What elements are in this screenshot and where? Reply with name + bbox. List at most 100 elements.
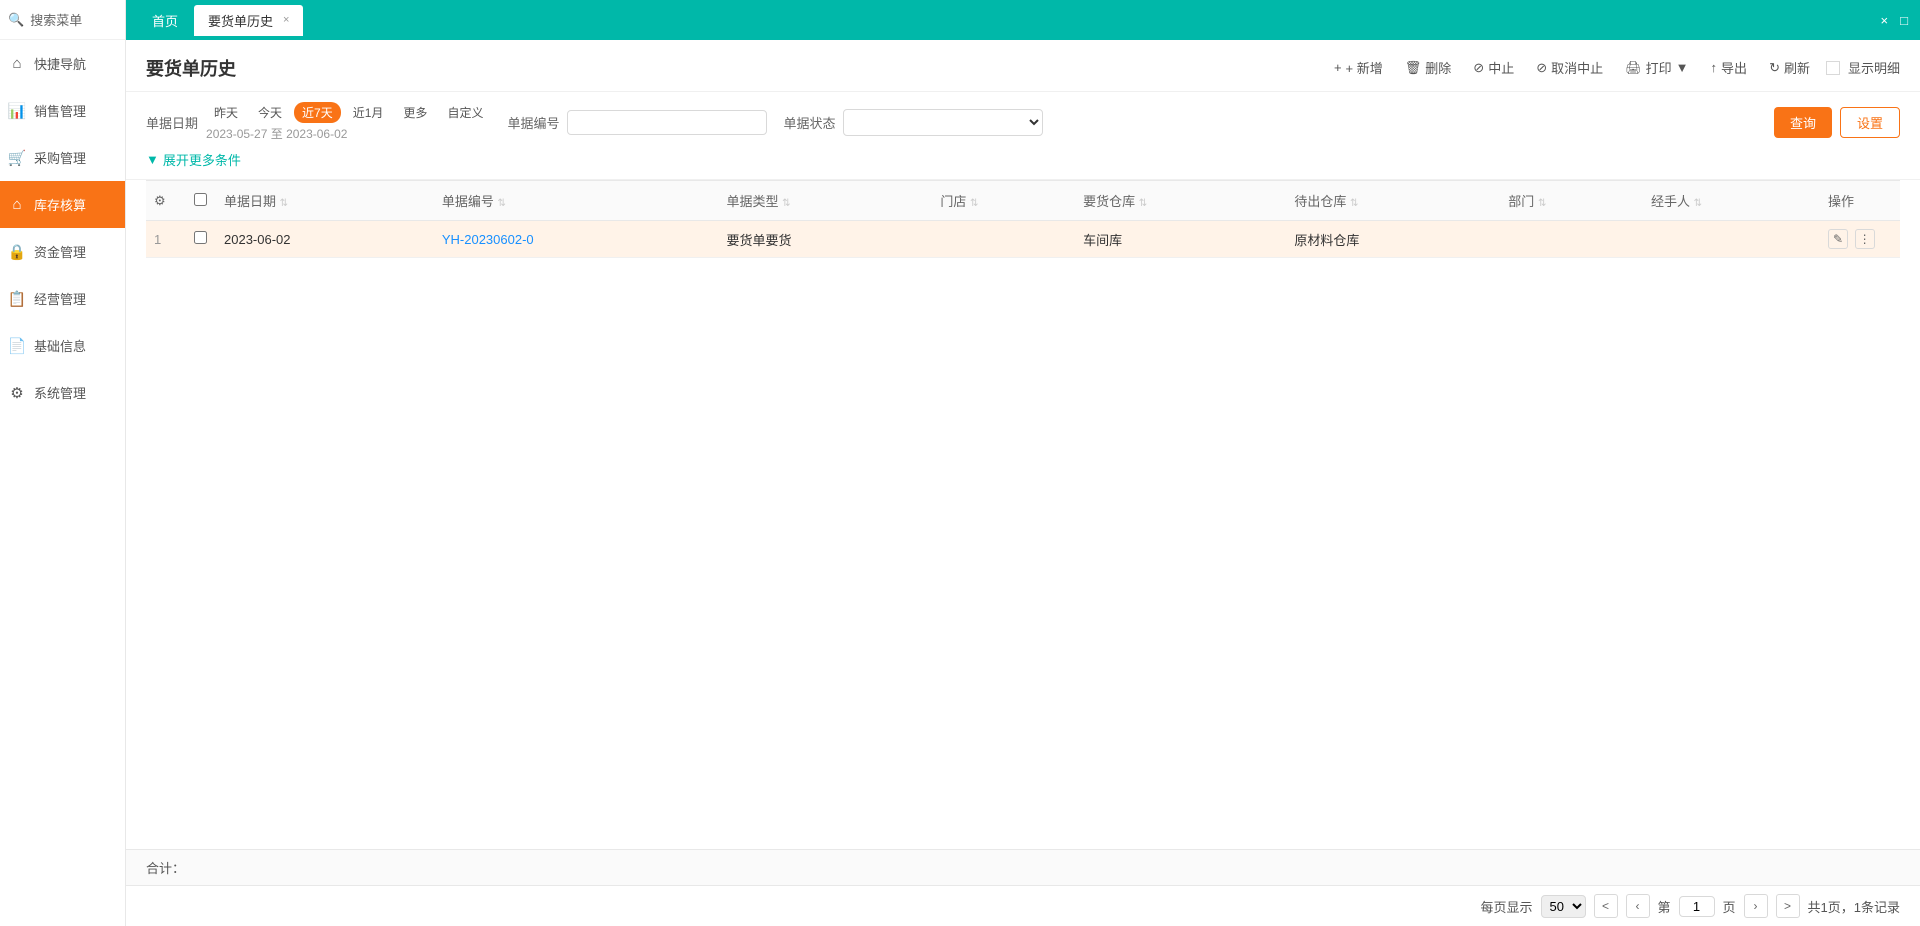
col-req-warehouse-sort-icon[interactable]: ⇅ [1139,198,1147,209]
col-department-sort-icon[interactable]: ⇅ [1538,198,1546,209]
col-date: 单据日期 ⇅ [216,181,434,221]
docno-link[interactable]: YH-20230602-0 [442,232,534,247]
refresh-button[interactable]: ↻ 刷新 [1763,54,1816,81]
display-detail-label: 显示明细 [1848,58,1900,77]
sidebar-item-system[interactable]: ⚙ 系统管理 [0,369,125,416]
export-icon: ↑ [1711,60,1718,75]
page-label-after: 页 [1723,897,1736,916]
filter-area: 单据日期 昨天 今天 近7天 近1月 更多 自定义 2023-05-27 至 2… [126,92,1920,180]
delete-button[interactable]: 🗑 删除 [1399,54,1458,81]
tab-close-icon[interactable]: × [283,14,289,26]
new-button[interactable]: + + 新增 [1328,54,1389,81]
col-doctype: 单据类型 ⇅ [718,181,932,221]
refresh-icon: ↻ [1769,60,1780,76]
cell-num: 1 [146,221,186,258]
filter-status-label: 单据状态 [783,113,835,132]
col-docno-sort-icon[interactable]: ⇅ [497,198,505,209]
sidebar-item-sales[interactable]: 📊 销售管理 [0,87,125,134]
content: 要货单历史 + + 新增 🗑 删除 ⊘ 中止 ⊘ 取消中止 [126,40,1920,926]
date-btn-custom[interactable]: 自定义 [439,102,491,123]
cell-handler [1643,221,1820,258]
filter-docno-input[interactable] [567,110,767,135]
basic-info-icon: 📄 [8,337,26,355]
first-page-button[interactable]: < [1594,894,1618,918]
sidebar-item-inventory[interactable]: ⌂ 库存核算 [0,181,125,228]
filter-status-select[interactable] [843,109,1043,136]
select-all-checkbox[interactable] [194,193,207,206]
sidebar-item-sales-label: 销售管理 [34,101,86,120]
cell-checkbox [186,221,216,258]
col-doctype-sort-icon[interactable]: ⇅ [782,198,790,209]
sidebar: 🔍 搜索菜单 ⌂ 快捷导航 📊 销售管理 🛒 采购管理 ⌂ 库存核算 🔒 资金管… [0,0,126,926]
sidebar-item-system-label: 系统管理 [34,383,86,402]
edit-op-button[interactable]: ✎ [1828,229,1848,249]
sales-icon: 📊 [8,102,26,120]
sidebar-item-finance[interactable]: 🔒 资金管理 [0,228,125,275]
next-page-button[interactable]: › [1744,894,1768,918]
page-number-input[interactable] [1679,896,1715,917]
stop-button[interactable]: ⊘ 中止 [1467,54,1520,81]
cancel-stop-button[interactable]: ⊘ 取消中止 [1530,54,1609,81]
sidebar-item-basic-info[interactable]: 📄 基础信息 [0,322,125,369]
expand-filter-button[interactable]: ▼ 展开更多条件 [146,150,1900,169]
sidebar-item-quick-nav[interactable]: ⌂ 快捷导航 [0,40,125,87]
col-pending-warehouse-sort-icon[interactable]: ⇅ [1350,198,1358,209]
more-op-button[interactable]: ⋮ [1855,229,1875,249]
row-checkbox[interactable] [194,231,207,244]
filter-date-range: 2023-05-27 至 2023-06-02 [206,125,491,142]
search-icon: 🔍 [8,12,24,28]
sidebar-item-operations-label: 经营管理 [34,289,86,308]
filter-date-label: 单据日期 [146,113,198,132]
stop-icon: ⊘ [1473,60,1484,76]
print-dropdown-icon[interactable]: ▼ [1676,60,1689,75]
cell-req-warehouse: 车间库 [1075,221,1286,258]
col-handler-sort-icon[interactable]: ⇅ [1694,198,1702,209]
print-button[interactable]: 🖨 打印 ▼ [1619,54,1694,81]
new-label: + 新增 [1346,58,1383,77]
col-docno-label: 单据编号 [442,194,494,209]
cell-doctype: 要货单要货 [718,221,932,258]
sidebar-search-label: 搜索菜单 [30,10,82,29]
prev-page-button[interactable]: ‹ [1626,894,1650,918]
settings-icon[interactable]: ⚙ [154,193,166,208]
col-docno: 单据编号 ⇅ [434,181,719,221]
refresh-label: 刷新 [1784,58,1810,77]
col-date-label: 单据日期 [224,194,276,209]
tab-home[interactable]: 首页 [138,5,192,36]
date-btn-7days[interactable]: 近7天 [294,102,341,123]
inventory-icon: ⌂ [8,196,26,214]
sidebar-item-purchase-label: 采购管理 [34,148,86,167]
per-page-select[interactable]: 50 [1541,895,1586,918]
col-handler: 经手人 ⇅ [1643,181,1820,221]
col-store: 门店 ⇅ [932,181,1075,221]
expand-label: 展开更多条件 [163,150,241,169]
sidebar-item-purchase[interactable]: 🛒 采购管理 [0,134,125,181]
date-btn-more[interactable]: 更多 [395,102,435,123]
col-settings: ⚙ [146,181,186,221]
tab-active-label: 要货单历史 [208,11,273,30]
date-buttons: 昨天 今天 近7天 近1月 更多 自定义 [206,102,491,123]
settings-button[interactable]: 设置 [1840,107,1900,138]
tab-active[interactable]: 要货单历史 × [194,5,303,36]
delete-label: 删除 [1425,58,1451,77]
col-date-sort-icon[interactable]: ⇅ [280,198,288,209]
export-button[interactable]: ↑ 导出 [1705,54,1754,81]
date-btn-1month[interactable]: 近1月 [345,102,392,123]
col-ops: 操作 [1820,181,1900,221]
filter-docno-item: 单据编号 [507,110,767,135]
col-store-sort-icon[interactable]: ⇅ [970,198,978,209]
display-detail-checkbox[interactable] [1826,61,1840,75]
sidebar-search[interactable]: 🔍 搜索菜单 [0,0,125,40]
last-page-button[interactable]: > [1776,894,1800,918]
topbar: 首页 要货单历史 × × □ [126,0,1920,40]
date-btn-yesterday[interactable]: 昨天 [206,102,246,123]
sidebar-item-basic-info-label: 基础信息 [34,336,86,355]
topbar-close-icon[interactable]: × [1881,13,1889,28]
query-button[interactable]: 查询 [1774,107,1832,138]
cancel-stop-icon: ⊘ [1536,60,1547,76]
toolbar: + + 新增 🗑 删除 ⊘ 中止 ⊘ 取消中止 🖨 打印 [1328,54,1900,81]
topbar-minimize-icon[interactable]: □ [1900,13,1908,28]
display-detail-button[interactable]: 显示明细 [1826,58,1900,77]
sidebar-item-operations[interactable]: 📋 经营管理 [0,275,125,322]
date-btn-today[interactable]: 今天 [250,102,290,123]
